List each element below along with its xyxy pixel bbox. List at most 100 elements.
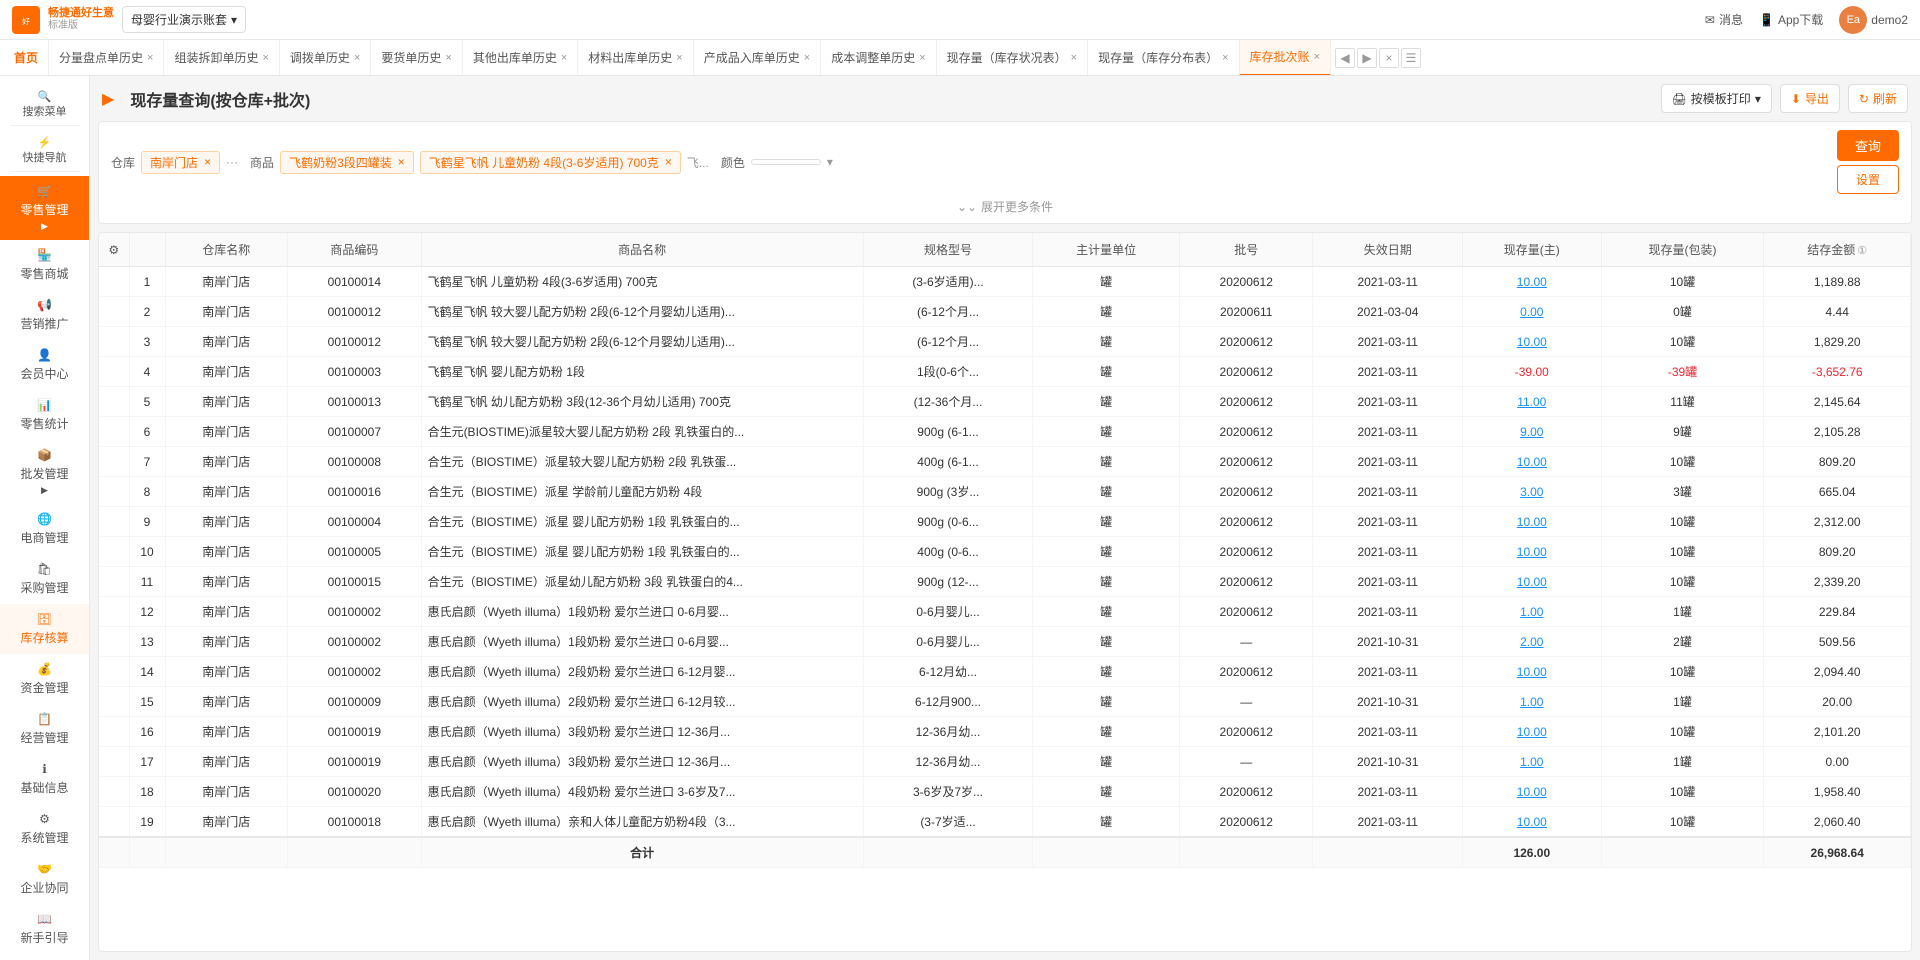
sidebar-item-guide[interactable]: 📖 新手引导	[0, 904, 90, 954]
tab-6-close[interactable]: ×	[676, 52, 682, 64]
cell-stock-main[interactable]: 1.00	[1462, 747, 1601, 777]
cell-stock-main[interactable]: 10.00	[1462, 807, 1601, 838]
query-button[interactable]: 查询	[1837, 130, 1899, 161]
cell-stock-main[interactable]: 10.00	[1462, 777, 1601, 807]
sidebar-item-inventory[interactable]: 🗄 库存核算	[0, 604, 90, 654]
template-print-label: 按模板打印	[1691, 90, 1751, 107]
cell-stock-main[interactable]: 9.00	[1462, 417, 1601, 447]
sidebar-item-member[interactable]: 👤 会员中心	[0, 340, 90, 390]
tab-8[interactable]: 成本调整单历史 ×	[821, 40, 936, 76]
table-scroll[interactable]: ⚙ 仓库名称 商品编码 商品名称 规格型号 主计量单位 批号 失效日期 现存量(…	[99, 233, 1911, 951]
refresh-button[interactable]: ↻ 刷新	[1848, 84, 1908, 113]
col-settings[interactable]: ⚙	[99, 233, 129, 267]
org-selector[interactable]: 母婴行业演示账套 ▾	[122, 6, 246, 33]
sidebar-item-marketing[interactable]: 📢 营销推广	[0, 290, 90, 340]
avatar: Ea	[1839, 6, 1867, 34]
amount-info-icon[interactable]: ①	[1857, 245, 1867, 257]
cell-stock-main[interactable]: 0.00	[1462, 297, 1601, 327]
cell-spec: (6-12个月...	[863, 327, 1033, 357]
tab-4[interactable]: 要货单历史 ×	[371, 40, 462, 76]
tab-2-close[interactable]: ×	[262, 52, 268, 64]
tab-11[interactable]: 库存批次账 ×	[1240, 40, 1331, 76]
sidebar-item-appstore[interactable]: 🔲 应用中心	[0, 954, 90, 960]
tab-11-close[interactable]: ×	[1314, 51, 1320, 63]
tab-10[interactable]: 现存量（库存分布表） ×	[1088, 40, 1239, 76]
tab-close-all-button[interactable]: ×	[1379, 48, 1399, 68]
cell-stock-main[interactable]: 10.00	[1462, 567, 1601, 597]
tab-4-close[interactable]: ×	[445, 52, 451, 64]
tab-5[interactable]: 其他出库单历史 ×	[463, 40, 578, 76]
cell-stock-main[interactable]: 10.00	[1462, 717, 1601, 747]
cell-code: 00100015	[288, 567, 421, 597]
export-icon: ⬇	[1791, 92, 1801, 106]
tab-next-button[interactable]: ▶	[1357, 48, 1377, 68]
tab-11-label: 库存批次账	[1250, 48, 1310, 65]
sidebar-quick-nav[interactable]: ⚡ 快捷导航	[10, 130, 80, 172]
product-tag-1-remove[interactable]: ×	[398, 155, 405, 169]
tab-2[interactable]: 组装拆卸单历史 ×	[164, 40, 279, 76]
tab-6[interactable]: 材料出库单历史 ×	[578, 40, 693, 76]
cell-no: 17	[129, 747, 165, 777]
sidebar-item-retail[interactable]: 🛒 零售管理 ▶	[0, 176, 90, 240]
sidebar-item-basic[interactable]: ℹ 基础信息	[0, 754, 90, 804]
tab-7[interactable]: 产成品入库单历史 ×	[694, 40, 821, 76]
message-button[interactable]: ✉ 消息	[1705, 11, 1743, 28]
color-chevron-icon[interactable]: ▾	[827, 155, 833, 169]
tab-8-close[interactable]: ×	[919, 52, 925, 64]
cell-stock-main[interactable]: -39.00	[1462, 357, 1601, 387]
cell-stock-main[interactable]: 10.00	[1462, 327, 1601, 357]
tab-9[interactable]: 现存量（库存状况表） ×	[937, 40, 1088, 76]
product-more-icon[interactable]: 飞...	[687, 154, 709, 171]
sidebar-item-finance[interactable]: 💰 资金管理	[0, 654, 90, 704]
cell-warehouse: 南岸门店	[165, 327, 288, 357]
export-button[interactable]: ⬇ 导出	[1780, 84, 1840, 113]
settings-button[interactable]: 设置	[1837, 165, 1899, 194]
cell-stock-main[interactable]: 3.00	[1462, 477, 1601, 507]
cell-stock-main[interactable]: 10.00	[1462, 537, 1601, 567]
cell-stock-main[interactable]: 10.00	[1462, 657, 1601, 687]
expand-chevron-icon: ⌄⌄	[957, 200, 977, 214]
tab-menu-button[interactable]: ☰	[1401, 48, 1421, 68]
warehouse-tag-remove[interactable]: ×	[204, 155, 211, 169]
sidebar-item-collab[interactable]: 🤝 企业协同	[0, 854, 90, 904]
expand-panel-button[interactable]: ▶	[102, 89, 114, 109]
sidebar-item-mall[interactable]: 🏪 零售商城	[0, 240, 90, 290]
cell-stock-main[interactable]: 1.00	[1462, 597, 1601, 627]
product-tag-1[interactable]: 飞鹤奶粉3段四罐装 ×	[280, 151, 414, 174]
tab-9-close[interactable]: ×	[1071, 52, 1077, 64]
cell-stock-main[interactable]: 10.00	[1462, 267, 1601, 297]
sidebar-search[interactable]: 🔍 搜索菜单	[10, 84, 80, 126]
cell-stock-main[interactable]: 1.00	[1462, 687, 1601, 717]
sidebar-item-system[interactable]: ⚙ 系统管理	[0, 804, 90, 854]
cell-name: 惠氏启颜（Wyeth illuma）1段奶粉 爱尔兰进口 0-6月婴...	[421, 627, 863, 657]
warehouse-more-icon[interactable]: ···	[226, 155, 238, 169]
tab-3[interactable]: 调拨单历史 ×	[280, 40, 371, 76]
cell-stock-main[interactable]: 2.00	[1462, 627, 1601, 657]
user-menu[interactable]: Ea demo2	[1839, 6, 1908, 34]
app-download-button[interactable]: 📱 App下载	[1759, 11, 1823, 28]
cell-code: 00100020	[288, 777, 421, 807]
cell-stock-main[interactable]: 10.00	[1462, 447, 1601, 477]
sidebar-item-purchase[interactable]: 🛍 采购管理	[0, 554, 90, 604]
expand-more-button[interactable]: ⌄⌄ 展开更多条件	[957, 198, 1053, 215]
sidebar-item-stats[interactable]: 📊 零售统计	[0, 390, 90, 440]
sidebar-item-operation[interactable]: 📋 经营管理	[0, 704, 90, 754]
tab-home[interactable]: 首页	[4, 40, 49, 76]
sidebar-item-ecommerce[interactable]: 🌐 电商管理	[0, 504, 90, 554]
tab-prev-button[interactable]: ◀	[1335, 48, 1355, 68]
sidebar-item-wholesale[interactable]: 📦 批发管理 ▶	[0, 440, 90, 504]
tab-1[interactable]: 分量盘点单历史 ×	[49, 40, 164, 76]
sidebar-finance-label: 资金管理	[20, 679, 68, 696]
tab-5-close[interactable]: ×	[561, 52, 567, 64]
tab-10-close[interactable]: ×	[1222, 52, 1228, 64]
tab-1-close[interactable]: ×	[147, 52, 153, 64]
cell-code: 00100014	[288, 267, 421, 297]
tab-3-close[interactable]: ×	[354, 52, 360, 64]
product-tag-2-remove[interactable]: ×	[665, 155, 672, 169]
cell-stock-main[interactable]: 10.00	[1462, 507, 1601, 537]
template-print-button[interactable]: 🖨 按模板打印 ▾	[1661, 84, 1772, 113]
product-tag-2[interactable]: 飞鹤星飞帆 儿童奶粉 4段(3-6岁适用) 700克 ×	[420, 151, 681, 174]
cell-stock-main[interactable]: 11.00	[1462, 387, 1601, 417]
tab-7-close[interactable]: ×	[804, 52, 810, 64]
warehouse-tag[interactable]: 南岸门店 ×	[141, 151, 220, 174]
